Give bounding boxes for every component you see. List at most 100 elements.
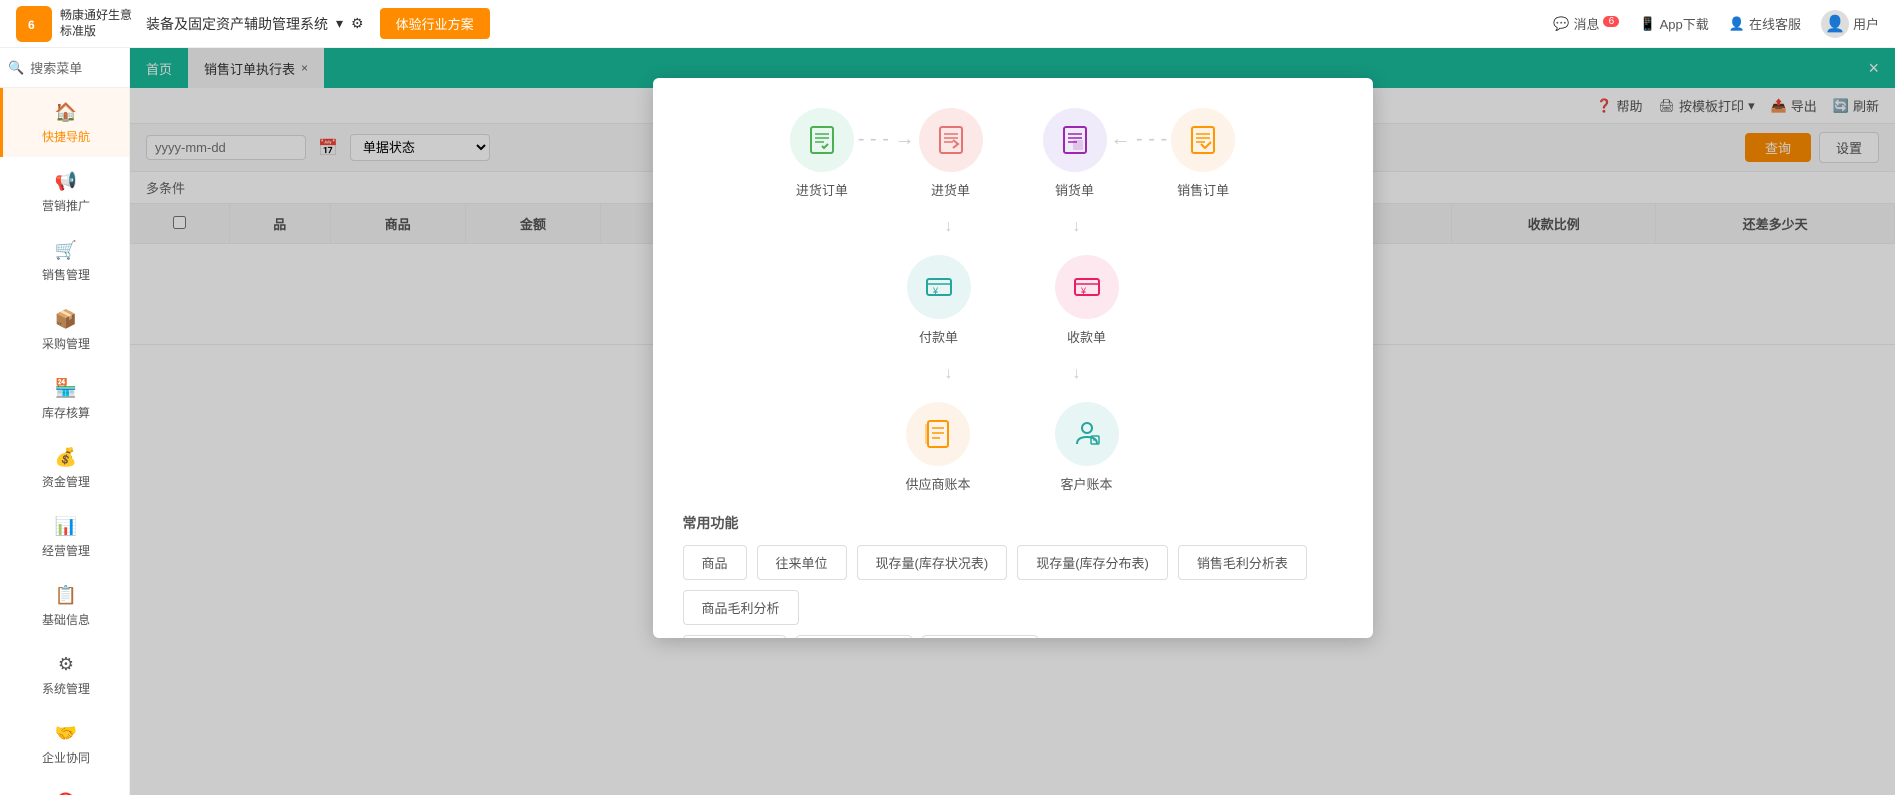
sidebar-label-system: 系统管理 bbox=[42, 680, 90, 697]
marketing-icon: 📢 bbox=[54, 169, 78, 193]
logo-area: 6 畅康通好生意 标准版 bbox=[16, 6, 146, 42]
sales-order-label: 销售订单 bbox=[1177, 180, 1229, 199]
arrow-so-sb: ← - - - bbox=[1111, 128, 1168, 151]
user-item[interactable]: 👤 用户 bbox=[1821, 10, 1879, 38]
sidebar-item-marketing[interactable]: 📢 营销推广 bbox=[0, 157, 129, 226]
search-icon: 🔍 bbox=[8, 60, 24, 76]
customer-ledger-node[interactable]: 客户账本 bbox=[1055, 402, 1119, 493]
app-download-item[interactable]: 📱 App下载 bbox=[1639, 14, 1708, 33]
search-menu-item[interactable]: 🔍 搜索菜单 bbox=[0, 48, 129, 88]
quick-nav-icon: 🏠 bbox=[54, 100, 78, 124]
online-service-item[interactable]: 👤 在线客服 bbox=[1729, 14, 1801, 33]
customer-ledger-circle bbox=[1055, 402, 1119, 466]
main-layout: 🔍 搜索菜单 🏠 快捷导航 📢 营销推广 🛒 销售管理 📦 采购管理 🏪 库存核… bbox=[0, 48, 1895, 795]
message-item[interactable]: 💬 消息 6 bbox=[1553, 14, 1619, 33]
payment-node[interactable]: ¥ 付款单 bbox=[907, 255, 971, 346]
sales-bill-node[interactable]: 销货单 bbox=[1043, 108, 1107, 199]
system-dropdown-icon[interactable]: ▾ bbox=[336, 15, 343, 32]
guide-icon: 🎯 bbox=[54, 790, 78, 795]
common-functions-section: 常用功能 商品 往来单位 现存量(库存状况表) 现存量(库存分布表) 销售毛利分… bbox=[653, 513, 1373, 638]
purchase-bill-node[interactable]: 进货单 bbox=[919, 108, 983, 199]
svg-text:¥: ¥ bbox=[1080, 286, 1087, 296]
sidebar-label-inventory: 库存核算 bbox=[42, 404, 90, 421]
service-icon: 👤 bbox=[1729, 16, 1745, 32]
sales-order-circle bbox=[1171, 108, 1235, 172]
sidebar-item-enterprise[interactable]: 🤝 企业协同 bbox=[0, 709, 129, 778]
func-btn-partner[interactable]: 往来单位 bbox=[757, 545, 847, 580]
system-title-text: 装备及固定资产辅助管理系统 bbox=[146, 14, 328, 34]
sales-bill-label: 销货单 bbox=[1055, 180, 1094, 199]
supplier-ledger-label: 供应商账本 bbox=[905, 474, 970, 493]
enterprise-icon: 🤝 bbox=[54, 721, 78, 745]
func-btn-product-profit[interactable]: 商品毛利分析 bbox=[683, 590, 799, 625]
modal-overlay: 进货订单 - - - → bbox=[130, 48, 1895, 795]
header-right: 💬 消息 6 📱 App下载 👤 在线客服 👤 用户 bbox=[1553, 10, 1879, 38]
trial-button[interactable]: 体验行业方案 bbox=[380, 8, 490, 39]
receipt-label: 收款单 bbox=[1067, 327, 1106, 346]
system-icon: ⚙ bbox=[54, 652, 78, 676]
arrow-pb-payment: ↓ bbox=[945, 219, 953, 235]
logo-icon: 6 bbox=[16, 6, 52, 42]
flow-diagram: 进货订单 - - - → bbox=[653, 78, 1373, 513]
purchase-bill-circle bbox=[919, 108, 983, 172]
app-download-label: App下载 bbox=[1660, 14, 1709, 33]
sidebar-label-operations: 经营管理 bbox=[42, 542, 90, 559]
finance-icon: 💰 bbox=[54, 445, 78, 469]
svg-text:6: 6 bbox=[28, 18, 35, 32]
sidebar-item-finance[interactable]: 💰 资金管理 bbox=[0, 433, 129, 502]
sidebar-item-sales[interactable]: 🛒 销售管理 bbox=[0, 226, 129, 295]
system-title-area: 装备及固定资产辅助管理系统 ▾ ⚙ 体验行业方案 bbox=[146, 8, 1553, 39]
search-menu-label: 搜索菜单 bbox=[30, 58, 82, 77]
purchase-icon: 📦 bbox=[54, 307, 78, 331]
sidebar-item-system[interactable]: ⚙ 系统管理 bbox=[0, 640, 129, 709]
user-label: 用户 bbox=[1853, 14, 1879, 33]
app-header: 6 畅康通好生意 标准版 装备及固定资产辅助管理系统 ▾ ⚙ 体验行业方案 💬 … bbox=[0, 0, 1895, 48]
arrow-po-pb: - - - → bbox=[858, 128, 915, 151]
settings-icon[interactable]: ⚙ bbox=[351, 15, 364, 32]
sales-icon: 🛒 bbox=[54, 238, 78, 262]
supplier-ledger-circle bbox=[906, 402, 970, 466]
svg-text:¥: ¥ bbox=[932, 286, 939, 296]
purchase-order-node[interactable]: 进货订单 bbox=[790, 108, 854, 199]
common-functions-title: 常用功能 bbox=[683, 513, 1343, 533]
sidebar-item-basics[interactable]: 📋 基础信息 bbox=[0, 571, 129, 640]
purchase-order-label: 进货订单 bbox=[796, 180, 848, 199]
sidebar-item-operations[interactable]: 📊 经营管理 bbox=[0, 502, 129, 571]
sidebar-label-enterprise: 企业协同 bbox=[42, 749, 90, 766]
purchase-bill-label: 进货单 bbox=[931, 180, 970, 199]
sidebar-item-quick-nav[interactable]: 🏠 快捷导航 bbox=[0, 88, 129, 157]
supplier-ledger-node[interactable]: 供应商账本 bbox=[905, 402, 970, 493]
arrow-payment-supplier: ↓ bbox=[945, 366, 953, 382]
sales-row: 销货单 ← - - - bbox=[1043, 108, 1236, 199]
func-btn-stock-status[interactable]: 现存量(库存状况表) bbox=[857, 545, 1008, 580]
sales-order-node[interactable]: 销售订单 bbox=[1171, 108, 1235, 199]
purchase-order-circle bbox=[790, 108, 854, 172]
func-btn-profit-analysis[interactable]: 销售毛利分析表 bbox=[1178, 545, 1307, 580]
receipt-node[interactable]: ¥ 收款单 bbox=[1055, 255, 1119, 346]
func-btn-stock-dist[interactable]: 现存量(库存分布表) bbox=[1017, 545, 1168, 580]
func-btn-receipt-stats[interactable]: 收款情况统计 bbox=[796, 635, 912, 638]
sidebar-label-quick-nav: 快捷导航 bbox=[42, 128, 90, 145]
message-label: 消息 bbox=[1573, 14, 1599, 33]
message-badge: 6 bbox=[1603, 16, 1619, 27]
sidebar-label-basics: 基础信息 bbox=[42, 611, 90, 628]
func-btn-sales-rank[interactable]: 销售排行榜 bbox=[683, 635, 786, 638]
logo-text: 畅康通好生意 标准版 bbox=[60, 8, 132, 39]
payment-circle: ¥ bbox=[907, 255, 971, 319]
purchase-row: 进货订单 - - - → bbox=[790, 108, 983, 199]
message-icon: 💬 bbox=[1553, 16, 1569, 32]
download-icon: 📱 bbox=[1639, 16, 1655, 32]
arrow-receipt-customer: ↓ bbox=[1073, 366, 1081, 382]
sidebar-item-guide[interactable]: 🎯 新手引导 bbox=[0, 778, 129, 795]
customer-ledger-label: 客户账本 bbox=[1060, 474, 1112, 493]
sidebar-item-inventory[interactable]: 🏪 库存核算 bbox=[0, 364, 129, 433]
receipt-circle: ¥ bbox=[1055, 255, 1119, 319]
online-service-label: 在线客服 bbox=[1749, 14, 1801, 33]
sidebar-item-purchase[interactable]: 📦 采购管理 bbox=[0, 295, 129, 364]
func-buttons-row1: 商品 往来单位 现存量(库存状况表) 现存量(库存分布表) 销售毛利分析表 商品… bbox=[683, 545, 1343, 625]
sidebar-label-marketing: 营销推广 bbox=[42, 197, 90, 214]
sidebar: 🔍 搜索菜单 🏠 快捷导航 📢 营销推广 🛒 销售管理 📦 采购管理 🏪 库存核… bbox=[0, 48, 130, 795]
sales-bill-circle bbox=[1043, 108, 1107, 172]
func-btn-payment-stats[interactable]: 付款情况统计 bbox=[922, 635, 1038, 638]
func-btn-product[interactable]: 商品 bbox=[683, 545, 747, 580]
